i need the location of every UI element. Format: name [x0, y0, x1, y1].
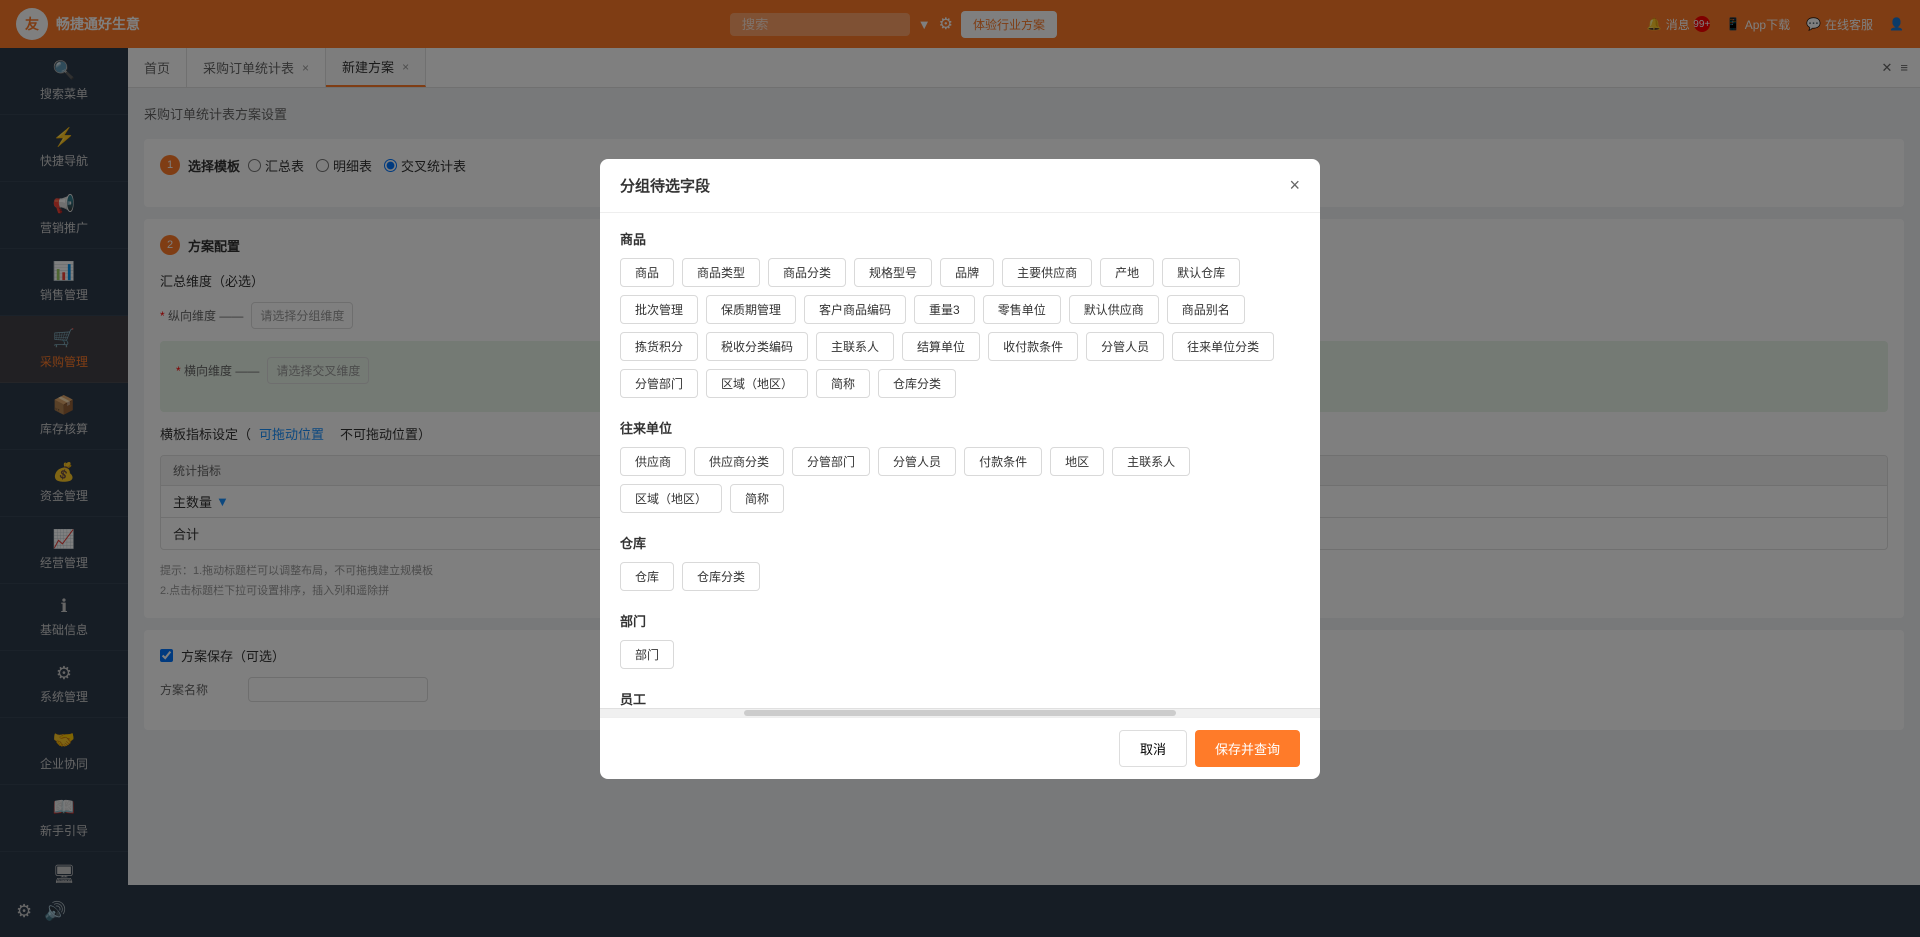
- field-tag-spec[interactable]: 规格型号: [854, 258, 932, 287]
- field-tag-product-category[interactable]: 商品分类: [768, 258, 846, 287]
- field-tag-settlement-unit[interactable]: 结算单位: [902, 332, 980, 361]
- field-tag-dept2[interactable]: 分管部门: [792, 447, 870, 476]
- field-section-partner: 往来单位 供应商 供应商分类 分管部门 分管人员 付款条件 地区 主联系人 区域…: [620, 418, 1300, 513]
- modal-close-button[interactable]: ×: [1289, 175, 1300, 196]
- department-section-title: 部门: [620, 611, 1300, 630]
- cancel-button[interactable]: 取消: [1119, 730, 1187, 767]
- hscroll-thumb: [744, 710, 1176, 716]
- field-tag-product[interactable]: 商品: [620, 258, 674, 287]
- modal-header: 分组待选字段 ×: [600, 159, 1320, 213]
- field-tag-main-contact[interactable]: 主联系人: [816, 332, 894, 361]
- field-tag-product-type[interactable]: 商品类型: [682, 258, 760, 287]
- modal-hscroll[interactable]: [600, 708, 1320, 717]
- field-tag-batch[interactable]: 批次管理: [620, 295, 698, 324]
- employee-section-title: 员工: [620, 689, 1300, 708]
- field-tag-short-name[interactable]: 简称: [816, 369, 870, 398]
- field-tag-wh-category[interactable]: 仓库分类: [878, 369, 956, 398]
- modal-body: 商品 商品 商品类型 商品分类 规格型号 品牌 主要供应商 产地 默认仓库 批次…: [600, 213, 1320, 708]
- field-tag-default-warehouse[interactable]: 默认仓库: [1162, 258, 1240, 287]
- field-tag-warehouse-cat[interactable]: 仓库分类: [682, 562, 760, 591]
- field-tag-supervisor[interactable]: 分管人员: [1086, 332, 1164, 361]
- field-tag-pick-score[interactable]: 拣货积分: [620, 332, 698, 361]
- field-tag-main-contact2[interactable]: 主联系人: [1112, 447, 1190, 476]
- save-query-button[interactable]: 保存并查询: [1195, 730, 1300, 767]
- field-tag-short-name2[interactable]: 简称: [730, 484, 784, 513]
- field-tag-alias[interactable]: 商品别名: [1167, 295, 1245, 324]
- field-tag-area[interactable]: 地区: [1050, 447, 1104, 476]
- field-section-employee: 员工 业务员: [620, 689, 1300, 708]
- field-tag-tax-code[interactable]: 税收分类编码: [706, 332, 808, 361]
- field-section-department: 部门 部门: [620, 611, 1300, 669]
- modal-title: 分组待选字段: [620, 175, 710, 196]
- field-tag-warehouse[interactable]: 仓库: [620, 562, 674, 591]
- modal-dialog: 分组待选字段 × 商品 商品 商品类型 商品分类 规格型号 品牌 主要供应商 产…: [600, 159, 1320, 779]
- field-tag-supervisor2[interactable]: 分管人员: [878, 447, 956, 476]
- partner-section-title: 往来单位: [620, 418, 1300, 437]
- field-tag-main-supplier[interactable]: 主要供应商: [1002, 258, 1092, 287]
- field-tag-payment-cond[interactable]: 付款条件: [964, 447, 1042, 476]
- field-tag-origin[interactable]: 产地: [1100, 258, 1154, 287]
- field-tag-department[interactable]: 部门: [620, 640, 674, 669]
- field-section-warehouse: 仓库 仓库 仓库分类: [620, 533, 1300, 591]
- partner-field-tags: 供应商 供应商分类 分管部门 分管人员 付款条件 地区 主联系人 区域（地区） …: [620, 447, 1300, 513]
- modal-footer: 取消 保存并查询: [600, 717, 1320, 779]
- warehouse-field-tags: 仓库 仓库分类: [620, 562, 1300, 591]
- field-tag-customer-code[interactable]: 客户商品编码: [804, 295, 906, 324]
- product-section-title: 商品: [620, 229, 1300, 248]
- field-tag-region2[interactable]: 区域（地区）: [620, 484, 722, 513]
- field-tag-retail-unit[interactable]: 零售单位: [983, 295, 1061, 324]
- field-tag-payment-terms[interactable]: 收付款条件: [988, 332, 1078, 361]
- department-field-tags: 部门: [620, 640, 1300, 669]
- field-tag-supplier[interactable]: 供应商: [620, 447, 686, 476]
- field-tag-dept[interactable]: 分管部门: [620, 369, 698, 398]
- field-tag-supplier-category[interactable]: 供应商分类: [694, 447, 784, 476]
- field-tag-shelf-life[interactable]: 保质期管理: [706, 295, 796, 324]
- modal-overlay: 分组待选字段 × 商品 商品 商品类型 商品分类 规格型号 品牌 主要供应商 产…: [0, 0, 1920, 937]
- field-tag-region[interactable]: 区域（地区）: [706, 369, 808, 398]
- field-tag-brand[interactable]: 品牌: [940, 258, 994, 287]
- field-section-product: 商品 商品 商品类型 商品分类 规格型号 品牌 主要供应商 产地 默认仓库 批次…: [620, 229, 1300, 398]
- field-tag-partner-category[interactable]: 往来单位分类: [1172, 332, 1274, 361]
- field-tag-default-supplier[interactable]: 默认供应商: [1069, 295, 1159, 324]
- warehouse-section-title: 仓库: [620, 533, 1300, 552]
- field-tag-weight[interactable]: 重量3: [914, 295, 975, 324]
- product-field-tags: 商品 商品类型 商品分类 规格型号 品牌 主要供应商 产地 默认仓库 批次管理 …: [620, 258, 1300, 398]
